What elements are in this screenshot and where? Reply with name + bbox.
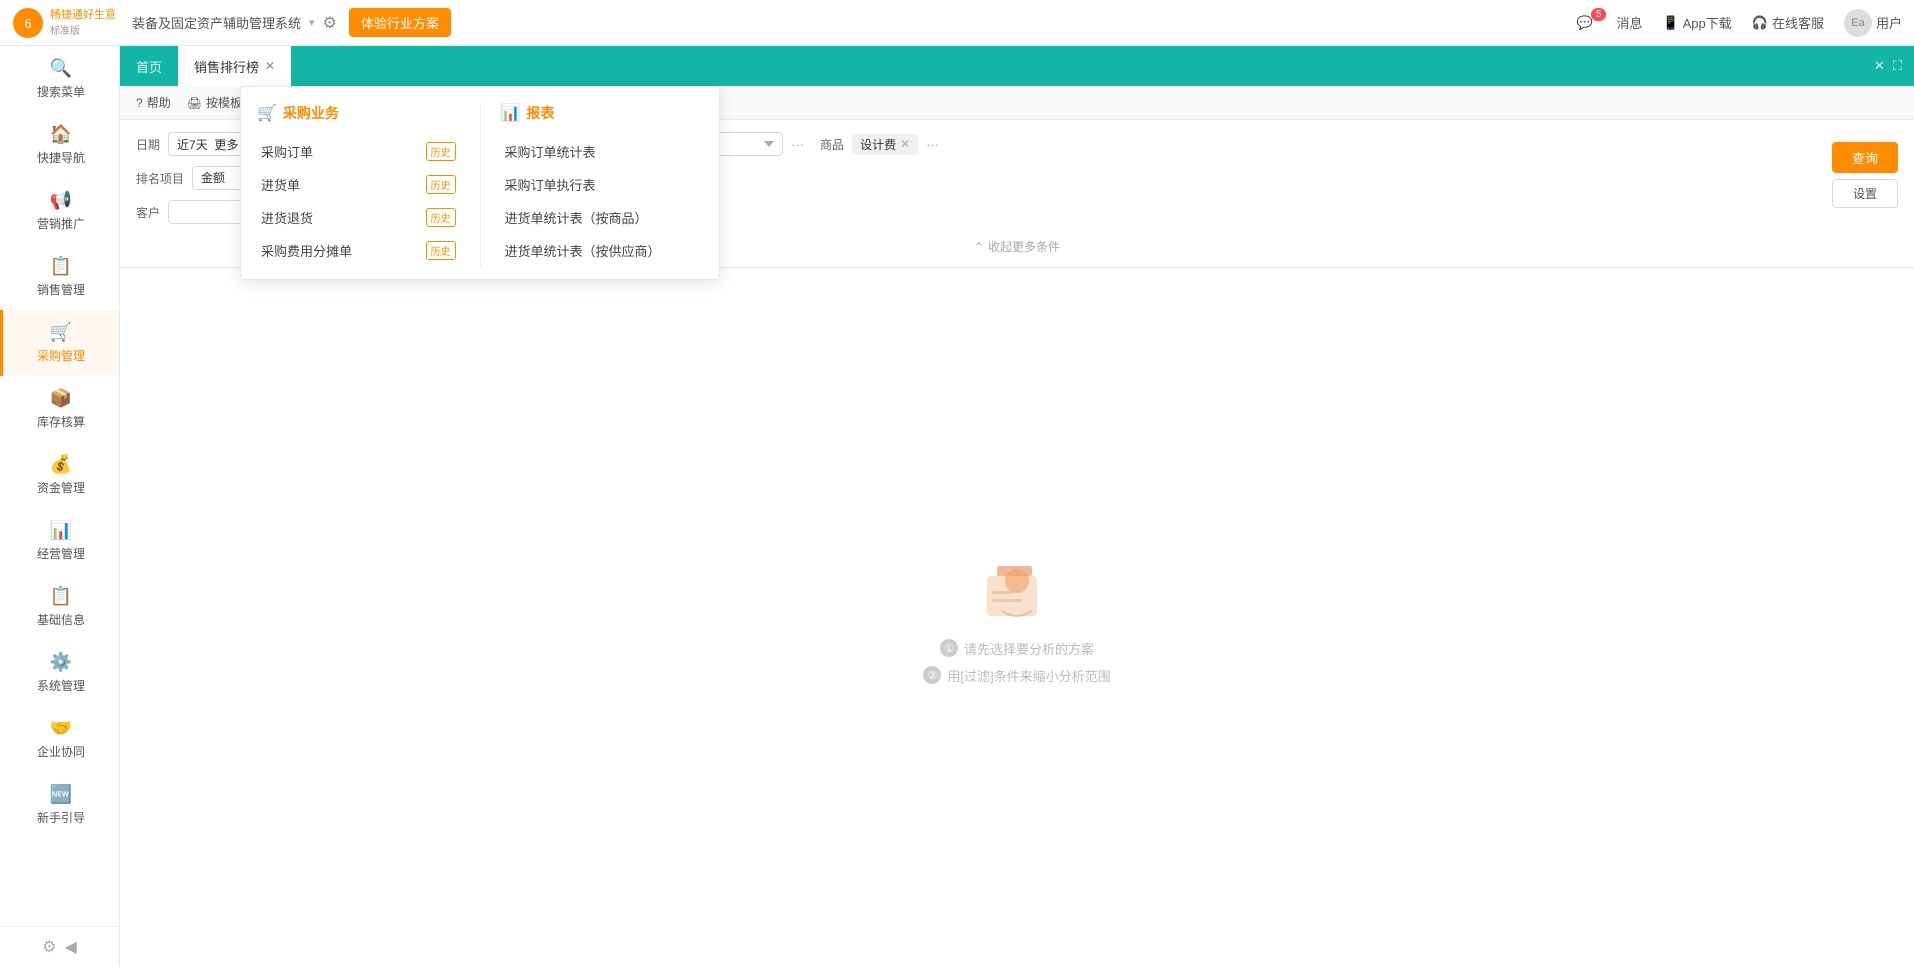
sidebar-item-search[interactable]: 🔍 搜索菜单: [0, 46, 119, 112]
message-badge: 5: [1591, 8, 1607, 21]
purchase-icon: 🛒: [50, 322, 72, 343]
query-button[interactable]: 查询: [1832, 142, 1898, 173]
sidebar-item-guide[interactable]: 🆕 新手引导: [0, 772, 119, 838]
sidebar-item-purchase[interactable]: 🛒 采购管理: [0, 310, 119, 376]
capital-icon: 💰: [50, 454, 72, 475]
dropdown-item-purchase-order[interactable]: 采购订单 历史: [257, 135, 460, 168]
headset-icon: 🎧: [1752, 15, 1768, 31]
sidebar-item-sales[interactable]: 📋 销售管理: [0, 244, 119, 310]
tab-close-window-icon[interactable]: ✕: [1874, 58, 1885, 74]
dropdown-item-purchase-return[interactable]: 进货退货 历史: [257, 201, 460, 234]
sidebar-bottom: ⚙ ◀: [0, 926, 119, 967]
home-icon: 🏠: [50, 124, 72, 145]
empty-hint-2: ② 用[过滤]条件来缩小分析范围: [923, 666, 1110, 685]
dropdown-item-report-receipt-goods[interactable]: 进货单统计表（按商品）: [501, 201, 704, 234]
report-col-icon: 📊: [501, 103, 521, 123]
sidebar: 🔍 搜索菜单 🏠 快捷导航 📢 营销推广 📋 销售管理 🛒 采购管理 📦 库存核…: [0, 46, 120, 967]
sidebar-item-basic-info[interactable]: 📋 基础信息: [0, 574, 119, 640]
goods-more-btn[interactable]: ···: [926, 137, 939, 152]
dropdown-divider: [480, 103, 481, 267]
operations-icon: 📊: [50, 520, 72, 541]
logo-area: 6 畅捷通好生意 标准版: [12, 7, 132, 39]
guide-icon: 🆕: [50, 784, 72, 805]
chevron-down-icon[interactable]: ▾: [309, 16, 315, 29]
help-button[interactable]: ? 帮助: [136, 94, 171, 111]
system-icon: ⚙️: [50, 652, 72, 673]
history-badge-0: 历史: [426, 142, 456, 161]
marketing-icon: 📢: [50, 190, 72, 211]
goods-tag-close-icon[interactable]: ✕: [900, 137, 910, 151]
sidebar-item-enterprise[interactable]: 🤝 企业协同: [0, 706, 119, 772]
header-right: 💬 5 消息 📱 App下载 🎧 在线客服 Ea 用户: [1577, 9, 1902, 37]
empty-hint-1: ① 请先选择要分析的方案: [940, 639, 1094, 658]
tab-sales-rank[interactable]: 销售排行榜 ✕: [178, 46, 291, 86]
top-header: 6 畅捷通好生意 标准版 装备及固定资产辅助管理系统 ▾ ⚙ 体验行业方案 💬 …: [0, 0, 1914, 46]
report-col: 📊 报表 采购订单统计表 采购订单执行表 进货单统计表（按商品） 进货单统计表（…: [485, 103, 720, 267]
sales-icon: 📋: [50, 256, 72, 277]
industry-btn[interactable]: 体验行业方案: [349, 8, 451, 37]
filter-goods: 商品 设计费 ✕ ···: [820, 134, 939, 155]
sidebar-item-system[interactable]: ⚙️ 系统管理: [0, 640, 119, 706]
dropdown-item-report-order-stat[interactable]: 采购订单统计表: [501, 135, 704, 168]
logo-icon: 6: [12, 7, 44, 39]
help-icon: ?: [136, 96, 143, 110]
system-title: 装备及固定资产辅助管理系统 ▾: [132, 13, 315, 32]
sidebar-settings-button[interactable]: ⚙: [42, 937, 56, 957]
empty-state: ① 请先选择要分析的方案 ② 用[过滤]条件来缩小分析范围: [923, 551, 1110, 685]
message-button[interactable]: 💬 5 消息: [1577, 13, 1643, 32]
right-panel: 查询 设置: [1832, 142, 1898, 208]
dropdown-item-purchase-receipt[interactable]: 进货单 历史: [257, 168, 460, 201]
avatar: Ea: [1844, 9, 1872, 37]
main-layout: 🔍 搜索菜单 🏠 快捷导航 📢 营销推广 📋 销售管理 🛒 采购管理 📦 库存核…: [0, 46, 1914, 967]
sidebar-item-inventory[interactable]: 📦 库存核算: [0, 376, 119, 442]
content-area: 首页 销售排行榜 ✕ ✕ ⛶ ? 帮助 🖨 按模板打印 ▾ ↑: [120, 46, 1914, 967]
history-badge-2: 历史: [426, 208, 456, 227]
online-service-button[interactable]: 🎧 在线客服: [1752, 13, 1824, 32]
tab-home[interactable]: 首页: [120, 46, 178, 86]
print-icon: 🖨: [187, 96, 202, 110]
logo-text: 畅捷通好生意: [50, 8, 116, 22]
main-content: ① 请先选择要分析的方案 ② 用[过滤]条件来缩小分析范围: [120, 268, 1914, 967]
purchase-dropdown-menu: 🛒 采购业务 采购订单 历史 进货单 历史 进货退货 历史 采购费用分摊单: [240, 86, 720, 280]
tab-fullscreen-icon[interactable]: ⛶: [1893, 58, 1902, 74]
dropdown-item-report-order-exec[interactable]: 采购订单执行表: [501, 168, 704, 201]
search-icon: 🔍: [50, 58, 72, 79]
sidebar-collapse-button[interactable]: ◀: [65, 937, 77, 957]
purchase-col: 🛒 采购业务 采购订单 历史 进货单 历史 进货退货 历史 采购费用分摊单: [241, 103, 476, 267]
inventory-icon: 📦: [50, 388, 72, 409]
user-menu-button[interactable]: Ea 用户: [1844, 9, 1902, 37]
dropdown-item-report-receipt-supplier[interactable]: 进货单统计表（按供应商）: [501, 234, 704, 267]
tab-bar: 首页 销售排行榜 ✕ ✕ ⛶: [120, 46, 1914, 86]
tab-close-icon[interactable]: ✕: [265, 59, 275, 73]
empty-illustration: [967, 551, 1067, 631]
sidebar-item-quick-nav[interactable]: 🏠 快捷导航: [0, 112, 119, 178]
collapse-filter-button[interactable]: ⌃ 收起更多条件: [974, 238, 1060, 255]
enterprise-icon: 🤝: [50, 718, 72, 739]
sidebar-item-capital[interactable]: 💰 资金管理: [0, 442, 119, 508]
goods-tag: 设计费 ✕: [852, 134, 918, 155]
svg-text:6: 6: [24, 16, 31, 31]
chevron-up-icon: ⌃: [974, 240, 984, 254]
phone-icon: 📱: [1662, 15, 1678, 31]
sidebar-item-marketing[interactable]: 📢 营销推广: [0, 178, 119, 244]
history-badge-3: 历史: [426, 241, 456, 260]
sidebar-item-operations[interactable]: 📊 经营管理: [0, 508, 119, 574]
status-more-btn[interactable]: ···: [791, 137, 804, 152]
message-icon: 💬: [1577, 15, 1593, 31]
purchase-col-icon: 🛒: [257, 103, 277, 123]
basic-info-icon: 📋: [50, 586, 72, 607]
purchase-col-title: 🛒 采购业务: [257, 103, 460, 123]
logo-sub: 标准版: [50, 22, 116, 37]
settings-icon-button[interactable]: ⚙: [323, 13, 337, 33]
filter-setting-button[interactable]: 设置: [1832, 179, 1898, 208]
tab-bar-right: ✕ ⛶: [1874, 58, 1914, 74]
dropdown-item-purchase-expense[interactable]: 采购费用分摊单 历史: [257, 234, 460, 267]
report-col-title: 📊 报表: [501, 103, 704, 123]
app-download-button[interactable]: 📱 App下载: [1662, 13, 1731, 32]
history-badge-1: 历史: [426, 175, 456, 194]
